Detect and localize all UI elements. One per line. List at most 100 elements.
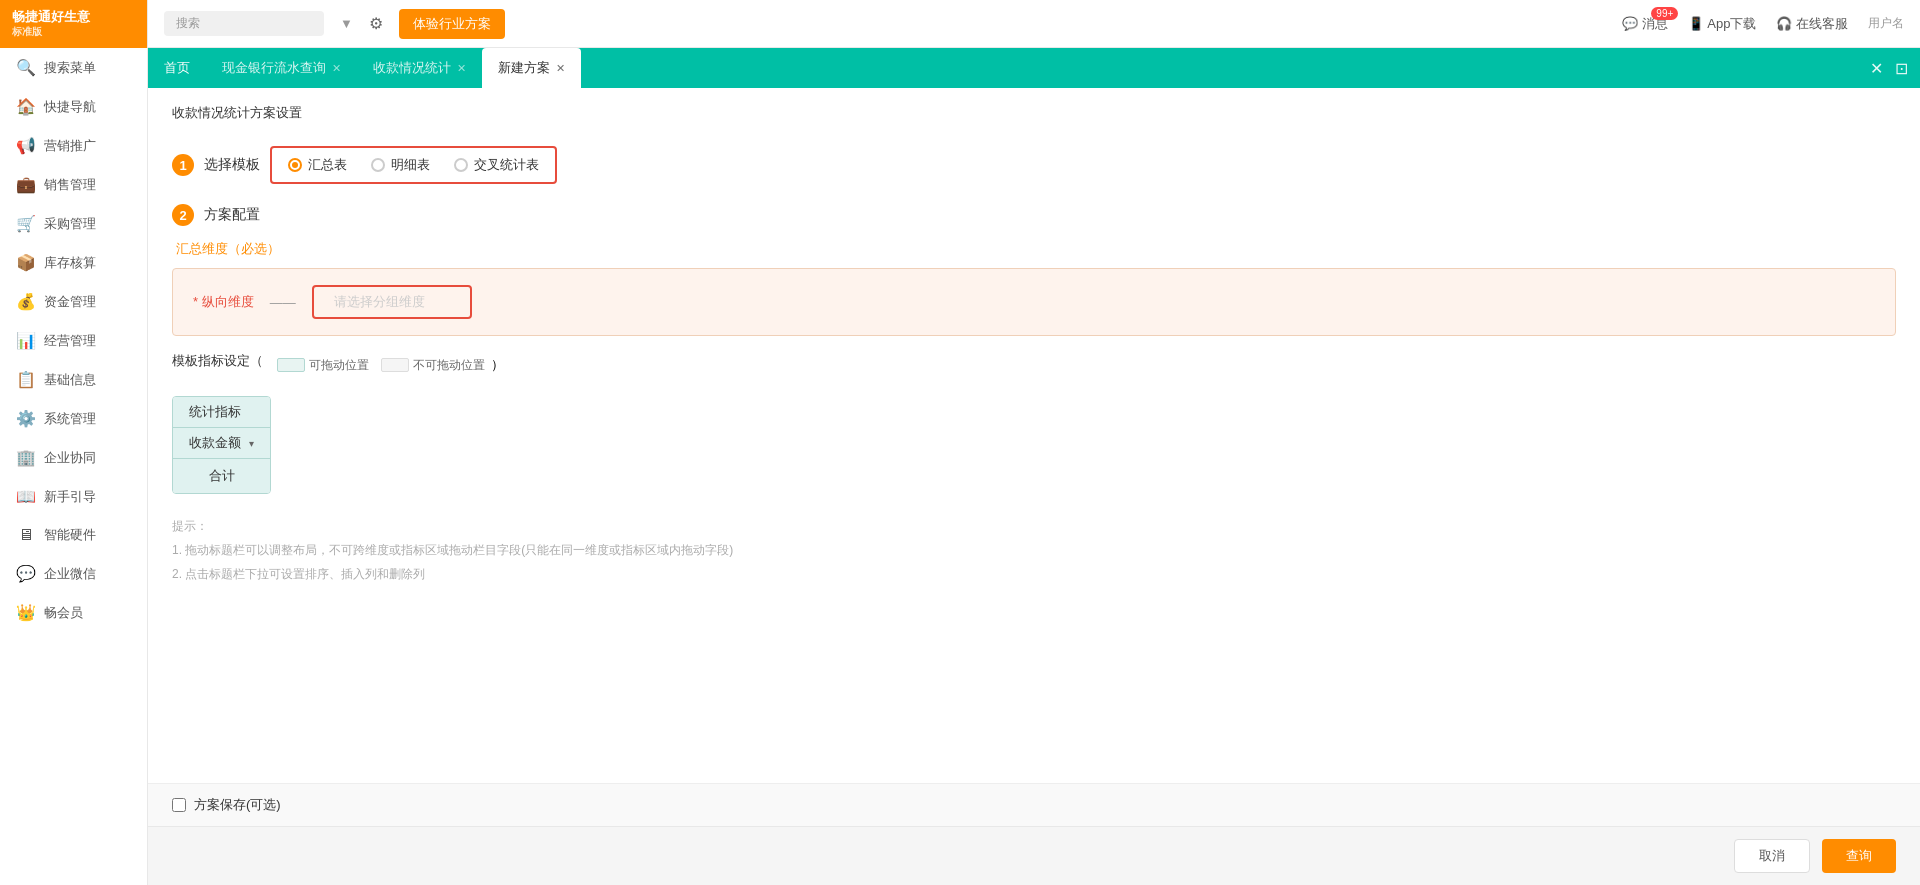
content-inner: 收款情况统计方案设置 1 选择模板 汇总表 明细表 [148, 88, 1920, 783]
service-icon: 🎧 [1776, 16, 1792, 31]
sidebar-item-purchase[interactable]: 🛒 采购管理 [0, 204, 147, 243]
edition-label: 标准版 [12, 25, 90, 39]
topbar-right: 💬 消息 99+ 📱 App下载 🎧 在线客服 用户名 [1622, 15, 1904, 33]
vertical-dim-label: 纵向维度 [193, 293, 254, 311]
tab-receipt-close[interactable]: ✕ [457, 62, 466, 75]
page-title: 收款情况统计方案设置 [172, 104, 1896, 130]
sidebar-item-member[interactable]: 👑 畅会员 [0, 593, 147, 632]
sales-icon: 💼 [16, 175, 36, 194]
radio-detail-label: 明细表 [391, 156, 430, 174]
query-button[interactable]: 查询 [1822, 839, 1896, 873]
user-text: 用户名 [1868, 15, 1904, 32]
tab-cash-flow[interactable]: 现金银行流水查询 ✕ [206, 48, 357, 88]
indicator-close-paren: ） [491, 356, 504, 374]
system-icon: ⚙️ [16, 409, 36, 428]
sidebar-item-label: 快捷导航 [44, 98, 96, 116]
radio-cross-circle [454, 158, 468, 172]
amount-label: 收款金额 [189, 434, 241, 452]
tip-2: 2. 点击标题栏下拉可设置排序、插入列和删除列 [172, 567, 425, 581]
tab-new-plan[interactable]: 新建方案 ✕ [482, 48, 581, 88]
step2-section: 2 方案配置 汇总维度（必选） 纵向维度 —— 请选择分组维度 [172, 204, 1896, 586]
sidebar-item-label: 搜索菜单 [44, 59, 96, 77]
tips-section: 提示： 1. 拖动标题栏可以调整布局，不可跨维度或指标区域拖动栏目字段(只能在同… [172, 514, 1896, 586]
sidebar-item-label: 库存核算 [44, 254, 96, 272]
sidebar-item-operations[interactable]: 📊 经营管理 [0, 321, 147, 360]
dimension-table: 纵向维度 —— 请选择分组维度 [172, 268, 1896, 336]
download-label: App下载 [1707, 16, 1756, 31]
save-checkbox[interactable] [172, 798, 186, 812]
tip-1: 1. 拖动标题栏可以调整布局，不可跨维度或指标区域拖动栏目字段(只能在同一维度或… [172, 543, 733, 557]
tab-cash-flow-close[interactable]: ✕ [332, 62, 341, 75]
enterprise-icon: 🏢 [16, 448, 36, 467]
logo-text: 畅捷通好生意 [12, 9, 90, 25]
amount-header[interactable]: 收款金额 ▾ [173, 428, 270, 459]
sidebar-item-finance[interactable]: 💰 资金管理 [0, 282, 147, 321]
topbar-gear-icon[interactable]: ⚙ [369, 14, 383, 33]
tab-new-plan-close[interactable]: ✕ [556, 62, 565, 75]
sidebar-item-label: 企业微信 [44, 565, 96, 583]
tab-receipt[interactable]: 收款情况统计 ✕ [357, 48, 482, 88]
step1-header: 1 选择模板 汇总表 明细表 交叉统计表 [172, 146, 1896, 184]
non-draggable-legend-label: 不可拖动位置 [413, 357, 485, 374]
topbar-dropdown-arrow[interactable]: ▼ [340, 16, 353, 31]
indicator-settings-label: 模板指标设定（ [172, 352, 263, 370]
content-area: 收款情况统计方案设置 1 选择模板 汇总表 明细表 [148, 88, 1920, 885]
cancel-button[interactable]: 取消 [1734, 839, 1810, 873]
home-icon: 🏠 [16, 97, 36, 116]
inventory-icon: 📦 [16, 253, 36, 272]
sidebar-item-wechat[interactable]: 💬 企业微信 [0, 554, 147, 593]
sidebar-item-sales[interactable]: 💼 销售管理 [0, 165, 147, 204]
radio-cross-label: 交叉统计表 [474, 156, 539, 174]
template-radio-group: 汇总表 明细表 交叉统计表 [270, 146, 557, 184]
sidebar-item-label: 采购管理 [44, 215, 96, 233]
tab-new-plan-label: 新建方案 [498, 59, 550, 77]
tabs-window-controls: ✕ ⊡ [1858, 59, 1920, 78]
sidebar-item-search[interactable]: 🔍 搜索菜单 [0, 48, 147, 87]
sidebar: 畅捷通好生意 标准版 🔍 搜索菜单 🏠 快捷导航 📢 营销推广 💼 销售管理 🛒… [0, 0, 148, 885]
indicator-section: 模板指标设定（ 可拖动位置 不可拖动位置 [172, 352, 1896, 494]
sidebar-item-marketing[interactable]: 📢 营销推广 [0, 126, 147, 165]
search-menu-icon: 🔍 [16, 58, 36, 77]
sidebar-item-enterprise[interactable]: 🏢 企业协同 [0, 438, 147, 477]
amount-chevron-icon: ▾ [249, 438, 254, 449]
sidebar-item-system[interactable]: ⚙️ 系统管理 [0, 399, 147, 438]
radio-summary-circle [288, 158, 302, 172]
sidebar-item-label: 智能硬件 [44, 526, 96, 544]
sidebar-item-label: 营销推广 [44, 137, 96, 155]
step2-num: 2 [172, 204, 194, 226]
radio-detail-circle [371, 158, 385, 172]
dimension-select[interactable]: 请选择分组维度 [312, 285, 472, 319]
tab-home-label: 首页 [164, 59, 190, 77]
non-draggable-legend: 不可拖动位置 [381, 357, 485, 374]
download-icon: 📱 [1688, 16, 1704, 31]
sidebar-item-label: 新手引导 [44, 488, 96, 506]
trial-btn[interactable]: 体验行业方案 [399, 9, 505, 39]
sidebar-item-quicknav[interactable]: 🏠 快捷导航 [0, 87, 147, 126]
sidebar-item-hardware[interactable]: 🖥 智能硬件 [0, 516, 147, 554]
sidebar-item-inventory[interactable]: 📦 库存核算 [0, 243, 147, 282]
radio-summary[interactable]: 汇总表 [288, 156, 347, 174]
dimension-row-vertical: 纵向维度 —— 请选择分组维度 [193, 285, 1875, 319]
sidebar-item-label: 销售管理 [44, 176, 96, 194]
indicator-header: 统计指标 [173, 397, 270, 428]
sidebar-item-label: 企业协同 [44, 449, 96, 467]
topbar-search[interactable]: 搜索 [164, 11, 324, 36]
window-maximize-icon[interactable]: ⊡ [1895, 59, 1908, 78]
hardware-icon: 🖥 [16, 526, 36, 544]
sidebar-item-guide[interactable]: 📖 新手引导 [0, 477, 147, 516]
tab-cash-flow-label: 现金银行流水查询 [222, 59, 326, 77]
download-btn[interactable]: 📱 App下载 [1688, 15, 1756, 33]
window-close-icon[interactable]: ✕ [1870, 59, 1883, 78]
tab-home[interactable]: 首页 [148, 48, 206, 88]
total-label: 合计 [209, 468, 235, 483]
sidebar-item-basic-info[interactable]: 📋 基础信息 [0, 360, 147, 399]
radio-detail[interactable]: 明细表 [371, 156, 430, 174]
service-btn[interactable]: 🎧 在线客服 [1776, 15, 1848, 33]
indicator-table: 统计指标 收款金额 ▾ 合计 [172, 396, 271, 494]
sidebar-item-label: 经营管理 [44, 332, 96, 350]
notification-btn[interactable]: 💬 消息 99+ [1622, 15, 1668, 33]
dimension-arrow: —— [270, 295, 296, 310]
radio-cross[interactable]: 交叉统计表 [454, 156, 539, 174]
dimension-required-label: 汇总维度（必选） [172, 240, 1896, 258]
stat-label: 统计指标 [189, 403, 241, 421]
